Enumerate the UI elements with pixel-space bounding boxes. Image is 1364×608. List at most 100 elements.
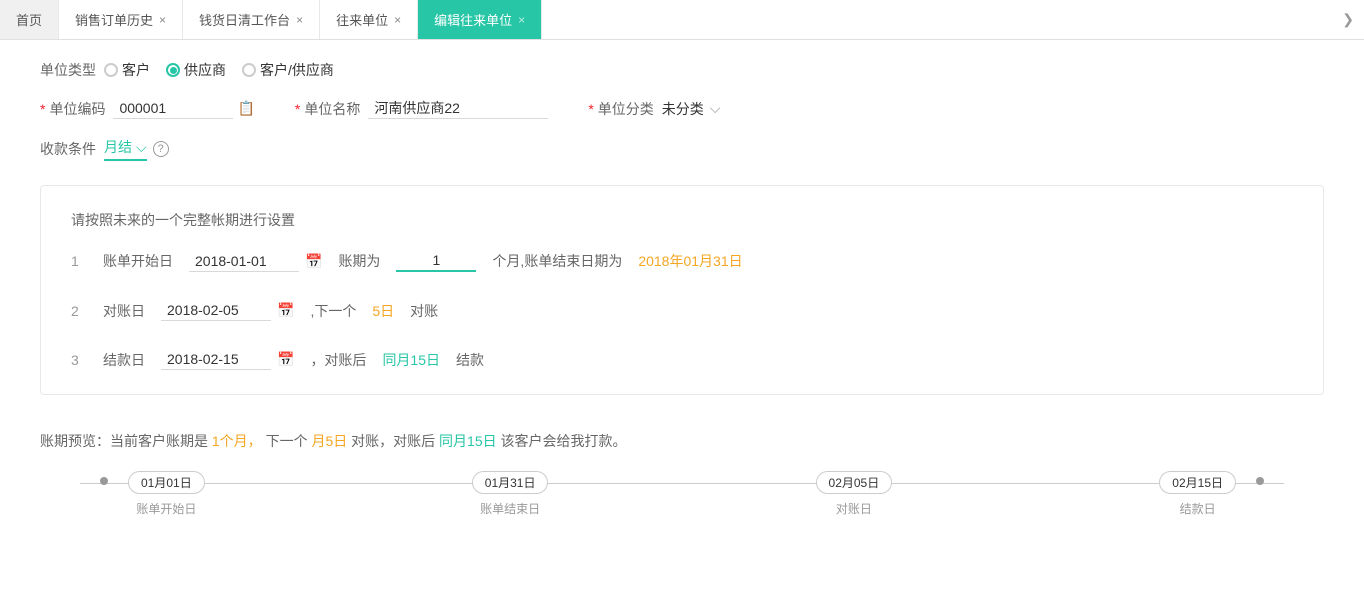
tab-partner-close[interactable]: × — [394, 13, 401, 27]
preview-month: 1个月， — [212, 433, 262, 449]
unit-code-group: * 单位编码 📋 — [40, 98, 255, 119]
tab-sales-label: 销售订单历史 — [75, 10, 153, 29]
unit-name-input[interactable] — [368, 98, 548, 119]
period-num-3: 3 — [71, 352, 87, 368]
timeline-label-2: 对账日 — [836, 500, 872, 517]
payment-desc-2: 结款 — [456, 350, 484, 370]
unit-category-select[interactable]: 未分类 ⌵ — [662, 99, 721, 119]
timeline-item-3: 02月15日 结款日 — [1159, 471, 1236, 517]
tab-edit-close[interactable]: × — [518, 13, 525, 27]
reconcile-desc-2: 对账 — [410, 301, 438, 321]
period-num-1: 1 — [71, 253, 87, 269]
payment-date-group: 📅 — [161, 349, 294, 370]
tab-sales-order-history[interactable]: 销售订单历史 × — [59, 0, 183, 39]
payment-condition-arrow: ⌵ — [136, 139, 147, 156]
timeline-label-1: 账单结束日 — [480, 500, 540, 517]
timeline-item-2: 02月05日 对账日 — [816, 471, 893, 517]
unit-code-icon[interactable]: 📋 — [237, 100, 254, 117]
tab-home[interactable]: 首页 — [0, 0, 59, 39]
payment-date-calendar-icon[interactable]: 📅 — [277, 351, 294, 368]
period-num-2: 2 — [71, 303, 87, 319]
radio-customer-label: 客户 — [122, 60, 150, 80]
period-label-reconcile: 对账日 — [103, 301, 145, 321]
unit-info-row: * 单位编码 📋 * 单位名称 * 单位分类 未分类 ⌵ — [40, 98, 1324, 119]
timeline-start-dot — [100, 477, 108, 485]
timeline-row: 01月01日 账单开始日 01月31日 账单结束日 02月05日 对账日 02月… — [100, 471, 1264, 517]
tab-edit-label: 编辑往来单位 — [434, 10, 512, 29]
preview-text: 账期预览：当前客户账期是 1个月， 下一个 月5日 对账，对账后 同月15日 该… — [40, 431, 1324, 451]
period-row-3: 3 结款日 📅 ，对账后 同月15日 结款 — [71, 349, 1293, 370]
period-card-title: 请按照未来的一个完整帐期进行设置 — [71, 210, 1293, 230]
preview-payment-day: 同月15日 — [439, 433, 497, 449]
unit-category-group: * 单位分类 未分类 ⌵ — [588, 99, 720, 119]
start-date-calendar-icon[interactable]: 📅 — [305, 253, 322, 270]
period-desc-prefix: 账期为 — [338, 251, 380, 271]
end-date-highlight: 2018年01月31日 — [638, 251, 742, 271]
unit-category-value: 未分类 — [662, 99, 704, 119]
radio-customer[interactable]: 客户 — [104, 60, 150, 80]
reconcile-date-input[interactable] — [161, 300, 271, 321]
unit-type-row: 单位类型 客户 供应商 客户/供应商 — [40, 60, 1324, 80]
unit-category-label: 单位分类 — [598, 99, 654, 119]
payment-condition-select[interactable]: 月结 ⌵ — [104, 137, 147, 161]
timeline-item-1: 01月31日 账单结束日 — [472, 471, 549, 517]
start-date-group: 📅 — [189, 251, 322, 272]
unit-category-required: * — [588, 101, 593, 117]
timeline-items: 01月01日 账单开始日 01月31日 账单结束日 02月05日 对账日 02月… — [108, 471, 1256, 517]
radio-supplier[interactable]: 供应商 — [166, 60, 226, 80]
unit-name-group: * 单位名称 — [295, 98, 548, 119]
payment-condition-row: 收款条件 月结 ⌵ ? — [40, 137, 1324, 161]
reconcile-date-calendar-icon[interactable]: 📅 — [277, 302, 294, 319]
tab-cash-close[interactable]: × — [296, 13, 303, 27]
reconcile-desc-1: ,下一个 — [310, 301, 356, 321]
period-desc-suffix: 个月,账单结束日期为 — [492, 251, 622, 271]
timeline-bubble-2: 02月05日 — [816, 471, 893, 494]
tabs-expand-button[interactable]: ❯ — [1332, 0, 1364, 39]
payment-desc-1: ，对账后 — [310, 350, 366, 370]
timeline-bubble-3: 02月15日 — [1159, 471, 1236, 494]
payment-help-icon[interactable]: ? — [153, 141, 169, 157]
payment-condition-value: 月结 — [104, 137, 132, 157]
tab-edit-partner[interactable]: 编辑往来单位 × — [418, 0, 542, 39]
period-row-1: 1 账单开始日 📅 账期为 个月,账单结束日期为 2018年01月31日 — [71, 250, 1293, 272]
unit-code-input[interactable] — [113, 98, 233, 119]
unit-type-label: 单位类型 — [40, 60, 96, 80]
payment-date-input[interactable] — [161, 349, 271, 370]
preview-suffix: 该客户会给我打款。 — [501, 433, 627, 449]
tab-cash-label: 钱货日清工作台 — [199, 10, 290, 29]
tab-partner-units[interactable]: 往来单位 × — [320, 0, 418, 39]
preview-next-prefix: 下一个 — [266, 433, 308, 449]
end-dot — [1256, 477, 1264, 485]
timeline-bubble-1: 01月31日 — [472, 471, 549, 494]
month-input[interactable] — [396, 250, 476, 272]
tab-home-label: 首页 — [16, 10, 42, 29]
unit-type-radio-group: 客户 供应商 客户/供应商 — [104, 60, 334, 80]
tab-sales-close[interactable]: × — [159, 13, 166, 27]
preview-next-day: 月5日 — [311, 433, 347, 449]
payment-condition-label: 收款条件 — [40, 139, 96, 159]
payment-highlight: 同月15日 — [382, 350, 440, 370]
period-label-payment: 结款日 — [103, 350, 145, 370]
period-label-start: 账单开始日 — [103, 251, 173, 271]
tab-cash-ledger[interactable]: 钱货日清工作台 × — [183, 0, 320, 39]
reconcile-date-group: 📅 — [161, 300, 294, 321]
radio-both-label: 客户/供应商 — [260, 60, 334, 80]
timeline-label-0: 账单开始日 — [136, 500, 196, 517]
main-content: 单位类型 客户 供应商 客户/供应商 * 单位编码 📋 * 单位名称 — [0, 40, 1364, 608]
radio-supplier-circle — [166, 63, 180, 77]
start-date-input[interactable] — [189, 251, 299, 272]
period-card: 请按照未来的一个完整帐期进行设置 1 账单开始日 📅 账期为 个月,账单结束日期… — [40, 185, 1324, 395]
tab-partner-label: 往来单位 — [336, 10, 388, 29]
timeline-wrapper: 01月01日 账单开始日 01月31日 账单结束日 02月05日 对账日 02月… — [40, 471, 1324, 517]
radio-both[interactable]: 客户/供应商 — [242, 60, 334, 80]
reconcile-highlight: 5日 — [372, 301, 394, 321]
tabs-bar: 首页 销售订单历史 × 钱货日清工作台 × 往来单位 × 编辑往来单位 × ❯ — [0, 0, 1364, 40]
expand-icon: ❯ — [1342, 11, 1354, 28]
unit-code-label: 单位编码 — [49, 99, 105, 119]
timeline-label-3: 结款日 — [1180, 500, 1216, 517]
unit-name-label: 单位名称 — [304, 99, 360, 119]
timeline-item-0: 01月01日 账单开始日 — [128, 471, 205, 517]
radio-both-circle — [242, 63, 256, 77]
start-dot — [100, 477, 108, 485]
radio-customer-circle — [104, 63, 118, 77]
